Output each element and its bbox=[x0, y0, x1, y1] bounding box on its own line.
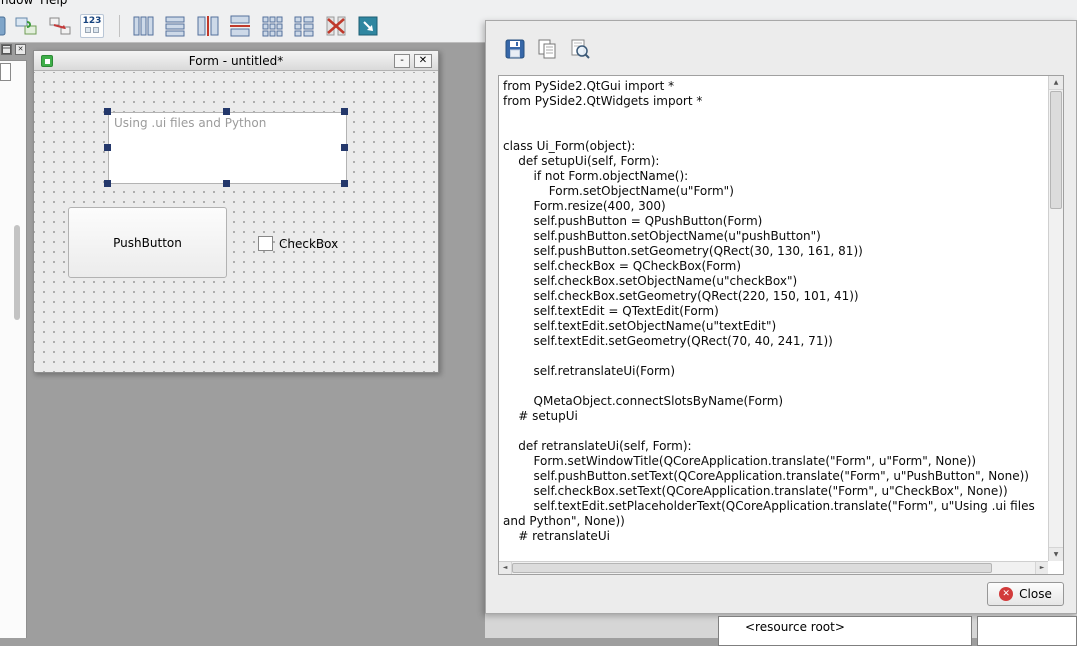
layout-form-icon[interactable] bbox=[292, 14, 316, 38]
layout-splitter-vertical-icon[interactable] bbox=[228, 14, 252, 38]
tab-order-boxes bbox=[81, 27, 103, 33]
code-text[interactable]: from PySide2.QtGui import * from PySide2… bbox=[499, 76, 1048, 561]
selection-handle[interactable] bbox=[223, 108, 230, 115]
resource-browser-panel[interactable]: <resource root> bbox=[718, 616, 972, 646]
checkbox-widget[interactable]: CheckBox bbox=[258, 236, 338, 251]
close-button-label: Close bbox=[1019, 587, 1052, 601]
close-x-icon: ✕ bbox=[999, 587, 1013, 601]
find-icon[interactable] bbox=[569, 38, 591, 60]
widget-box-scrollbar[interactable] bbox=[14, 225, 20, 320]
textedit-placeholder: Using .ui files and Python bbox=[109, 113, 346, 133]
selection-handle[interactable] bbox=[341, 180, 348, 187]
edit-signals-slots-icon[interactable] bbox=[14, 14, 38, 38]
edit-tab-order-icon[interactable]: 123 bbox=[80, 14, 104, 38]
selection-handle[interactable] bbox=[341, 108, 348, 115]
menubar: Window Help bbox=[0, 0, 1077, 9]
selection-handle[interactable] bbox=[341, 144, 348, 151]
form-window-titlebar[interactable]: Form - untitled* - ✕ bbox=[34, 51, 438, 71]
selection-handle[interactable] bbox=[223, 180, 230, 187]
horizontal-scroll-thumb[interactable] bbox=[512, 563, 992, 573]
tab-order-digits: 123 bbox=[81, 15, 103, 27]
adjust-size-icon[interactable] bbox=[356, 14, 380, 38]
widget-filter-input[interactable] bbox=[0, 63, 11, 81]
form-editor-window: Form - untitled* - ✕ Using .ui files and… bbox=[33, 50, 439, 373]
layout-vertical-icon[interactable] bbox=[163, 14, 187, 38]
edit-buddies-icon[interactable] bbox=[48, 14, 72, 38]
scroll-down-icon[interactable]: ▼ bbox=[1049, 547, 1063, 561]
toolbar-separator bbox=[119, 15, 120, 37]
break-layout-icon[interactable] bbox=[324, 14, 348, 38]
minimize-button[interactable]: - bbox=[394, 54, 410, 68]
copy-icon[interactable] bbox=[536, 38, 558, 60]
textedit-widget[interactable]: Using .ui files and Python bbox=[108, 112, 347, 184]
selection-handle[interactable] bbox=[104, 144, 111, 151]
menu-window[interactable]: Window bbox=[0, 0, 33, 7]
scroll-left-icon[interactable]: ◄ bbox=[499, 562, 512, 574]
code-view-dialog: from PySide2.QtGui import * from PySide2… bbox=[485, 20, 1077, 614]
scroll-up-icon[interactable]: ▲ bbox=[1049, 76, 1063, 90]
layout-splitter-horizontal-icon[interactable] bbox=[196, 14, 220, 38]
menu-help[interactable]: Help bbox=[40, 0, 67, 7]
scroll-right-icon[interactable]: ► bbox=[1035, 562, 1048, 574]
edit-widgets-icon[interactable] bbox=[0, 14, 9, 38]
form-window-title: Form - untitled* bbox=[34, 51, 438, 71]
dock-float-icon[interactable] bbox=[1, 44, 12, 55]
bottom-right-panel bbox=[977, 616, 1077, 646]
vertical-scroll-thumb[interactable] bbox=[1050, 91, 1062, 209]
checkbox-indicator[interactable] bbox=[258, 236, 273, 251]
code-horizontal-scrollbar: ◄ ► bbox=[499, 561, 1048, 574]
close-button[interactable]: ✕ Close bbox=[987, 582, 1064, 606]
code-vertical-scrollbar: ▲ ▼ bbox=[1048, 76, 1063, 561]
code-area: from PySide2.QtGui import * from PySide2… bbox=[498, 75, 1064, 575]
checkbox-label: CheckBox bbox=[279, 237, 338, 251]
layout-grid-icon[interactable] bbox=[260, 14, 284, 38]
save-icon[interactable] bbox=[504, 38, 526, 60]
close-window-button[interactable]: ✕ bbox=[414, 54, 432, 68]
pushbutton-widget[interactable]: PushButton bbox=[68, 207, 227, 278]
resource-root-label: <resource root> bbox=[745, 620, 845, 634]
layout-horizontal-icon[interactable] bbox=[131, 14, 155, 38]
selection-handle[interactable] bbox=[104, 180, 111, 187]
widget-box-panel bbox=[0, 60, 27, 638]
dock-close-icon[interactable]: ✕ bbox=[15, 44, 26, 55]
left-dock-titlebar-buttons: ✕ bbox=[1, 44, 26, 55]
qt-designer-screen: { "colors": { "selection_handle": "#2438… bbox=[0, 0, 1077, 638]
selection-handle[interactable] bbox=[104, 108, 111, 115]
